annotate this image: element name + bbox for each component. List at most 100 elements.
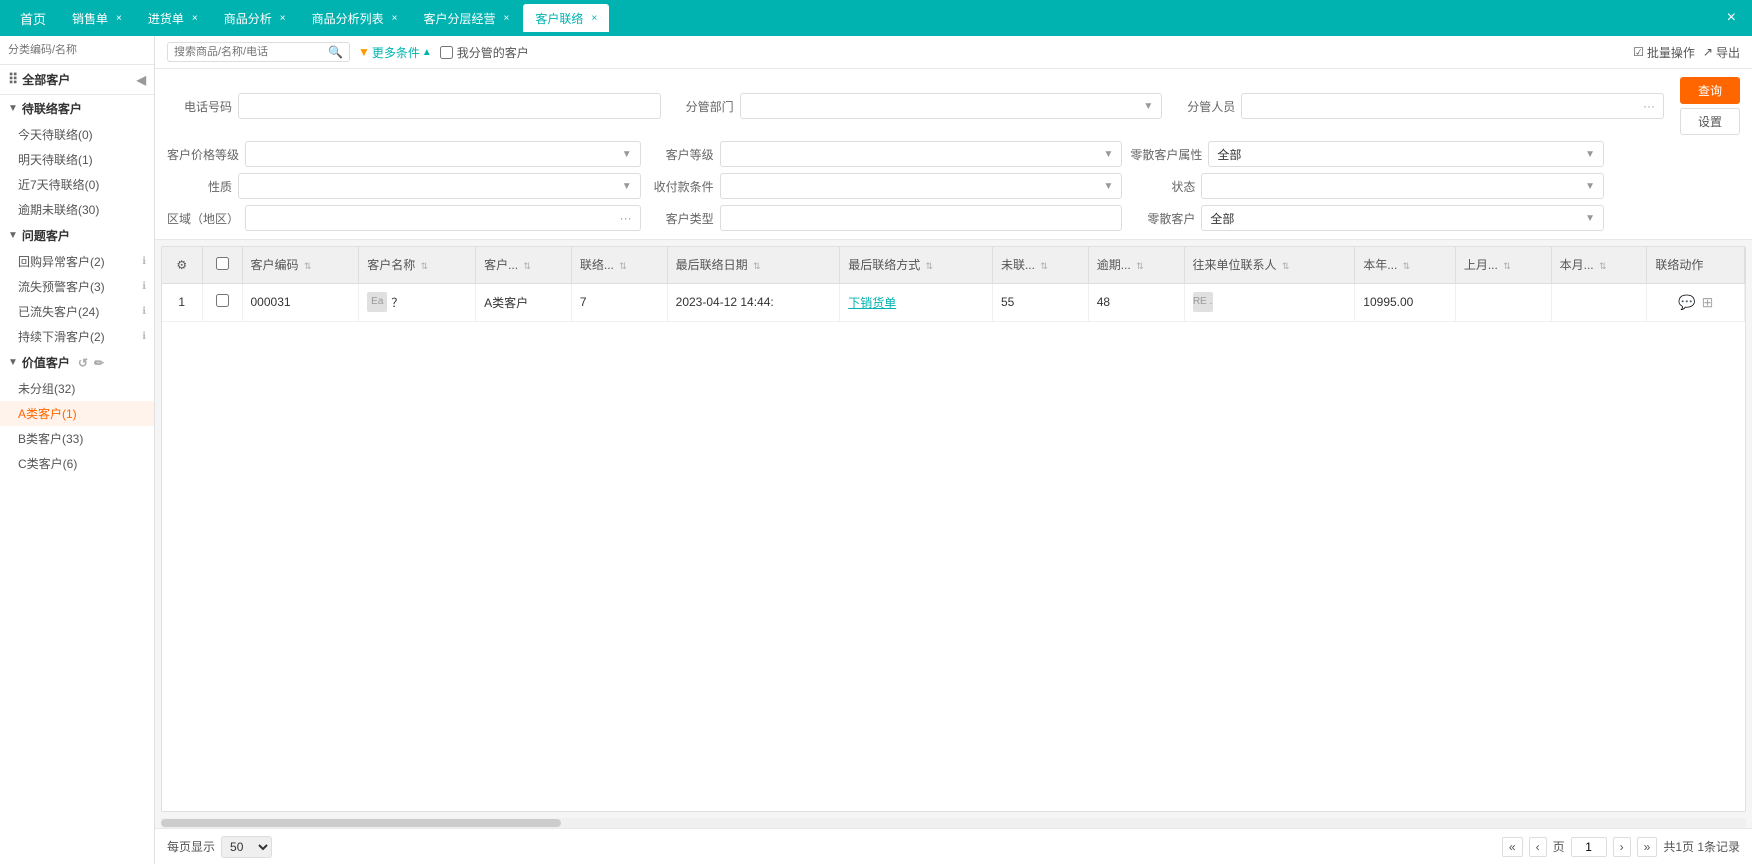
main-layout: 🔍 ⠿ 全部客户 ◀ ▼ 待联络客户 今天待联络(0) 明天待联络(1) 近7天…	[0, 36, 1752, 864]
input-region[interactable]: ···	[245, 205, 641, 231]
batch-op-btn[interactable]: ☑ 批量操作	[1633, 44, 1695, 61]
input-phone[interactable]	[238, 93, 661, 119]
input-scatter-attr[interactable]: 全部 ▼	[1208, 141, 1604, 167]
sidebar-item-tomorrow[interactable]: 明天待联络(1)	[0, 147, 154, 172]
input-manager[interactable]: ···	[1241, 93, 1664, 119]
th-this-month: 本月... ⇅	[1551, 247, 1647, 283]
sidebar-collapse-btn[interactable]: ◀	[137, 73, 146, 87]
close-tab-purchase[interactable]: ×	[192, 13, 198, 24]
input-customer-type[interactable]	[720, 205, 1123, 231]
sidebar-item-today[interactable]: 今天待联络(0)	[0, 122, 154, 147]
prev-page-btn[interactable]: ‹	[1529, 837, 1547, 857]
sidebar-item-declining[interactable]: 持续下滑客户(2) ℹ	[0, 324, 154, 349]
sidebar-search-input[interactable]	[8, 44, 150, 56]
page-number-input[interactable]	[1571, 837, 1607, 857]
region-dots-icon[interactable]: ···	[620, 211, 632, 225]
sidebar-group-problem-title[interactable]: ▼ 问题客户	[0, 222, 154, 249]
nav-tab-purchase[interactable]: 进货单 ×	[136, 4, 210, 32]
sort-code-icon[interactable]: ⇅	[304, 261, 312, 271]
label-manager: 分管人员	[1170, 98, 1235, 115]
sidebar-group-value-title[interactable]: ▼ 价值客户 ↺ ✏	[0, 349, 154, 376]
th-settings: ⚙	[162, 247, 202, 283]
manager-dots-icon[interactable]: ···	[1643, 99, 1655, 113]
sidebar-group-pending-title[interactable]: ▼ 待联络客户	[0, 95, 154, 122]
customer-table: ⚙ 客户编码 ⇅ 客户名称 ⇅	[162, 247, 1745, 322]
scrollbar-thumb[interactable]	[161, 819, 561, 827]
sort-contact-count-icon[interactable]: ⇅	[619, 261, 627, 271]
horizontal-scrollbar[interactable]	[161, 818, 1746, 828]
settings-gear-icon[interactable]: ⚙	[176, 258, 187, 272]
input-scatter[interactable]: 全部 ▼	[1201, 205, 1604, 231]
sort-overdue-icon[interactable]: ⇅	[1136, 261, 1144, 271]
action-qr-icon[interactable]: ⊞	[1702, 294, 1714, 311]
sort-no-contact-icon[interactable]: ⇅	[1040, 261, 1048, 271]
sort-name-icon[interactable]: ⇅	[421, 261, 429, 271]
sidebar-item-b-class[interactable]: B类客户(33)	[0, 426, 154, 451]
sidebar-item-a-class[interactable]: A类客户(1)	[0, 401, 154, 426]
filter-search-input[interactable]	[174, 46, 324, 58]
sort-level-icon[interactable]: ⇅	[523, 261, 531, 271]
set-button[interactable]: 设置	[1680, 108, 1740, 135]
td-this-month	[1551, 283, 1647, 321]
field-customer-type: 客户类型	[649, 205, 1123, 231]
sort-contacts-icon[interactable]: ⇅	[1282, 261, 1290, 271]
input-customer-level[interactable]: ▼	[720, 141, 1123, 167]
input-nature[interactable]: ▼	[238, 173, 641, 199]
action-chat-icon[interactable]: 💬	[1678, 294, 1695, 311]
my-customers-checkbox-wrap[interactable]: 我分管的客户	[440, 44, 529, 61]
value-refresh-icon[interactable]: ↺	[78, 356, 88, 370]
value-edit-icon[interactable]: ✏	[94, 356, 104, 370]
filter-search-icon[interactable]: 🔍	[328, 45, 343, 59]
td-last-type[interactable]: 下销货单	[840, 283, 993, 321]
first-page-btn[interactable]: «	[1502, 837, 1523, 857]
input-status[interactable]: ▼	[1201, 173, 1604, 199]
nav-tab-analysis-list[interactable]: 商品分析列表 ×	[300, 4, 410, 32]
filter-more-btn[interactable]: ▼ 更多条件 ▲	[358, 44, 432, 61]
input-payment[interactable]: ▼	[720, 173, 1123, 199]
sidebar-item-churn-warning[interactable]: 流失预警客户(3) ℹ	[0, 274, 154, 299]
label-dept: 分管部门	[669, 98, 734, 115]
contacts-badge: RE .	[1193, 292, 1213, 312]
page-size-select[interactable]: 50 100 200	[221, 836, 272, 858]
nav-tab-sales[interactable]: 销售单 ×	[60, 4, 134, 32]
close-tab-analysis-list[interactable]: ×	[392, 13, 398, 24]
my-customers-checkbox[interactable]	[440, 46, 453, 59]
last-page-btn[interactable]: »	[1637, 837, 1658, 857]
field-dept: 分管部门 ▼	[669, 93, 1163, 119]
sort-this-month-icon[interactable]: ⇅	[1599, 261, 1607, 271]
sidebar-item-ungrouped[interactable]: 未分组(32)	[0, 376, 154, 401]
nav-tab-customer-mgmt[interactable]: 客户分层经营 ×	[411, 4, 521, 32]
close-all-tabs[interactable]: ×	[1719, 9, 1744, 27]
sort-this-year-icon[interactable]: ⇅	[1403, 261, 1411, 271]
next-page-btn[interactable]: ›	[1613, 837, 1631, 857]
close-tab-analysis[interactable]: ×	[280, 13, 286, 24]
nav-tab-customer-contact[interactable]: 客户联络 ×	[523, 4, 609, 32]
sidebar-item-c-class[interactable]: C类客户(6)	[0, 451, 154, 476]
info-icon-lost: ℹ	[142, 306, 146, 317]
export-btn[interactable]: ↗ 导出	[1703, 44, 1740, 61]
select-all-checkbox[interactable]	[216, 257, 229, 270]
nav-home[interactable]: 首页	[8, 4, 58, 32]
sort-last-month-icon[interactable]: ⇅	[1503, 261, 1511, 271]
close-tab-customer-contact[interactable]: ×	[591, 13, 597, 24]
sidebar-item-overdue-contact[interactable]: 逾期未联络(30)	[0, 197, 154, 222]
sort-last-type-icon[interactable]: ⇅	[926, 261, 934, 271]
field-manager: 分管人员 ···	[1170, 93, 1664, 119]
payment-dropdown-icon: ▼	[1103, 181, 1113, 192]
nav-tab-analysis[interactable]: 商品分析 ×	[212, 4, 298, 32]
sidebar-item-7days[interactable]: 近7天待联络(0)	[0, 172, 154, 197]
sidebar-all-customers[interactable]: ⠿ 全部客户 ◀	[0, 65, 154, 95]
td-contact-count: 7	[571, 283, 667, 321]
sidebar-item-lost[interactable]: 已流失客户(24) ℹ	[0, 299, 154, 324]
input-dept[interactable]: ▼	[740, 93, 1163, 119]
customer-level-dropdown-icon: ▼	[1103, 149, 1113, 160]
sort-last-date-icon[interactable]: ⇅	[753, 261, 761, 271]
label-nature: 性质	[167, 178, 232, 195]
sidebar-item-repurchase-abnormal[interactable]: 回购异常客户(2) ℹ	[0, 249, 154, 274]
th-checkbox	[202, 247, 242, 283]
close-tab-customer-mgmt[interactable]: ×	[503, 13, 509, 24]
input-price-level[interactable]: ▼	[245, 141, 641, 167]
close-tab-sales[interactable]: ×	[116, 13, 122, 24]
row-checkbox[interactable]	[216, 294, 229, 307]
query-button[interactable]: 查询	[1680, 77, 1740, 104]
